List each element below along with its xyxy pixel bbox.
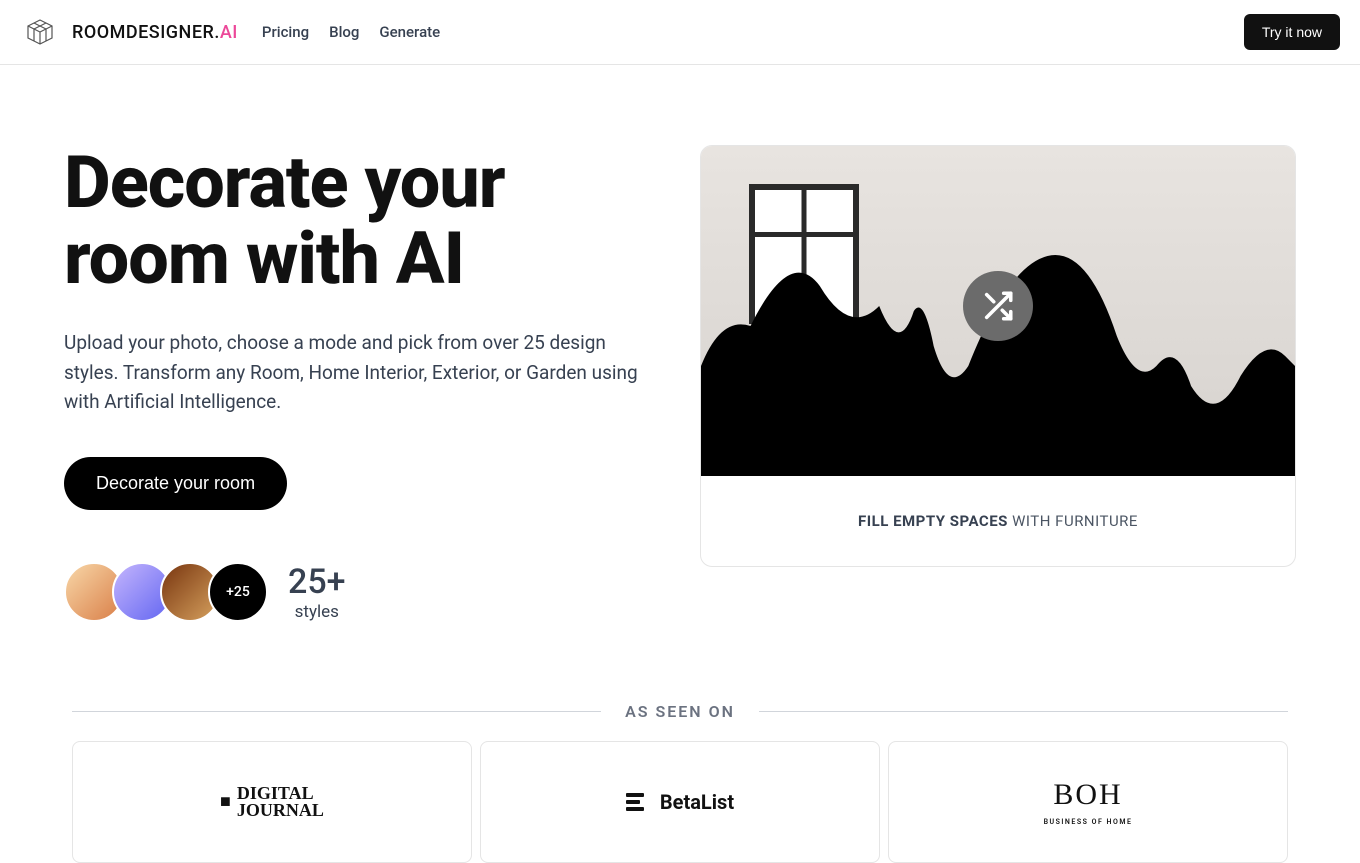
- betalist-logo: BetaList: [626, 790, 734, 814]
- shuffle-button[interactable]: [963, 271, 1033, 341]
- try-it-now-button[interactable]: Try it now: [1244, 14, 1340, 50]
- logo-icon: [20, 12, 60, 52]
- preview-caption-rest: WITH FURNITURE: [1008, 512, 1138, 530]
- nav-pricing[interactable]: Pricing: [262, 23, 309, 41]
- press-card-digital-journal[interactable]: ■ DIGITALJOURNAL: [72, 741, 472, 863]
- main-nav: Pricing Blog Generate: [262, 23, 440, 41]
- logo-accent: AI: [220, 22, 238, 43]
- style-thumb-more[interactable]: +25: [208, 562, 268, 622]
- press-card-boh[interactable]: BOH BUSINESS OF HOME: [888, 741, 1288, 863]
- divider-left: [72, 711, 601, 712]
- style-avatars: +25: [64, 562, 268, 622]
- nav-generate[interactable]: Generate: [379, 23, 440, 41]
- as-seen-label: AS SEEN ON: [625, 702, 735, 721]
- boh-sub: BUSINESS OF HOME: [1044, 818, 1133, 826]
- styles-count-label: styles: [288, 602, 346, 622]
- logo-text: ROOMDESIGNER.AI: [72, 22, 238, 43]
- boh-logo: BOH BUSINESS OF HOME: [1044, 778, 1133, 826]
- as-seen-section: AS SEEN ON ■ DIGITALJOURNAL BetaList BOH…: [0, 662, 1360, 863]
- styles-count-number: 25+: [288, 562, 346, 602]
- preview-image: [701, 146, 1295, 476]
- styles-count: 25+ styles: [288, 562, 346, 622]
- nav-blog[interactable]: Blog: [329, 23, 359, 41]
- press-card-betalist[interactable]: BetaList: [480, 741, 880, 863]
- header-left: ROOMDESIGNER.AI Pricing Blog Generate: [20, 12, 440, 52]
- press-grid: ■ DIGITALJOURNAL BetaList BOH BUSINESS O…: [72, 741, 1288, 863]
- hero-description: Upload your photo, choose a mode and pic…: [64, 328, 660, 416]
- betalist-icon: [626, 793, 644, 811]
- digital-journal-logo: ■ DIGITALJOURNAL: [220, 785, 324, 817]
- as-seen-header: AS SEEN ON: [72, 702, 1288, 721]
- logo-main: ROOMDESIGNER.: [72, 22, 220, 43]
- mountain-silhouette: [701, 216, 1295, 476]
- betalist-text: BetaList: [660, 790, 734, 814]
- site-header: ROOMDESIGNER.AI Pricing Blog Generate Tr…: [0, 0, 1360, 65]
- styles-row: +25 25+ styles: [64, 562, 660, 622]
- hero-section: Decorate your room with AI Upload your p…: [0, 65, 1360, 662]
- decorate-room-button[interactable]: Decorate your room: [64, 457, 287, 510]
- hero-right: FILL EMPTY SPACES WITH FURNITURE: [700, 145, 1296, 622]
- preview-caption-bold: FILL EMPTY SPACES: [858, 512, 1008, 530]
- divider-right: [759, 711, 1288, 712]
- logo-link[interactable]: ROOMDESIGNER.AI: [20, 12, 238, 52]
- hero-left: Decorate your room with AI Upload your p…: [64, 145, 660, 622]
- preview-caption: FILL EMPTY SPACES WITH FURNITURE: [701, 476, 1295, 566]
- shuffle-icon: [981, 289, 1015, 323]
- hero-title: Decorate your room with AI: [64, 145, 660, 296]
- boh-main: BOH: [1053, 778, 1122, 812]
- preview-card: FILL EMPTY SPACES WITH FURNITURE: [700, 145, 1296, 567]
